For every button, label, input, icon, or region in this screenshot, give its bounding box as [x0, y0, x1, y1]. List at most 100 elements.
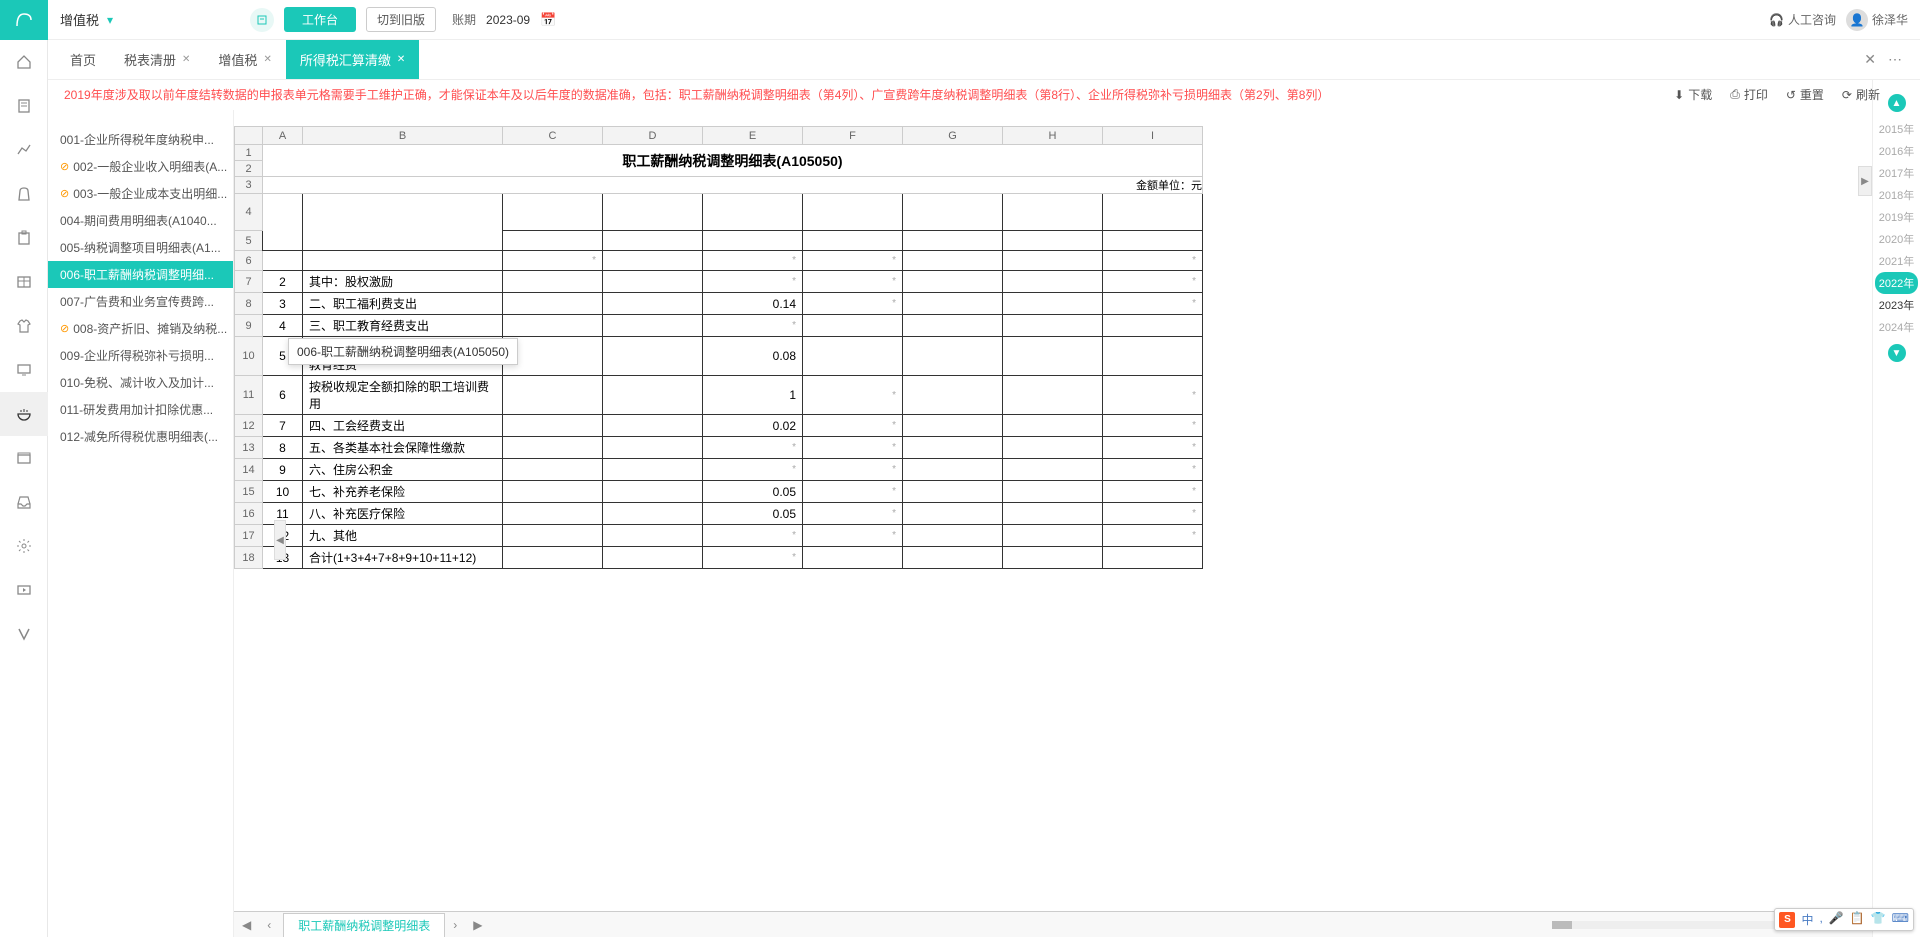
- data-cell[interactable]: [1003, 251, 1103, 271]
- data-cell[interactable]: [1003, 337, 1103, 376]
- data-cell[interactable]: [503, 459, 603, 481]
- data-cell[interactable]: [1003, 271, 1103, 293]
- tab-close-all-icon[interactable]: ✕: [1864, 51, 1876, 68]
- data-cell[interactable]: [603, 459, 703, 481]
- home-icon[interactable]: [0, 40, 48, 84]
- data-cell[interactable]: [1003, 525, 1103, 547]
- row-header[interactable]: 13: [235, 437, 263, 459]
- ime-item[interactable]: 中: [1801, 911, 1813, 928]
- row-header[interactable]: 2: [235, 161, 263, 177]
- data-cell[interactable]: [903, 437, 1003, 459]
- ime-item[interactable]: ⌨: [1892, 911, 1909, 928]
- data-cell[interactable]: 0.05: [703, 481, 803, 503]
- year-item[interactable]: 2020年: [1875, 228, 1918, 250]
- form-list-item[interactable]: 004-期间费用明细表(A1040...: [48, 207, 233, 234]
- data-cell[interactable]: [603, 293, 703, 315]
- tax-type-select[interactable]: 增值税 ▾: [60, 10, 240, 29]
- close-icon[interactable]: ✕: [263, 54, 271, 65]
- data-cell[interactable]: 0.14: [703, 293, 803, 315]
- bag-icon[interactable]: [0, 172, 48, 216]
- form-list-item[interactable]: 010-免税、减计收入及加计...: [48, 369, 233, 396]
- year-item[interactable]: 2016年: [1875, 140, 1918, 162]
- screen-icon[interactable]: [0, 348, 48, 392]
- ime-item[interactable]: 📋: [1850, 911, 1865, 928]
- data-cell[interactable]: [503, 525, 603, 547]
- bowl-icon[interactable]: [0, 392, 48, 436]
- form-list-item[interactable]: 009-企业所得税弥补亏损明...: [48, 342, 233, 369]
- data-cell[interactable]: [903, 547, 1003, 569]
- calendar-icon[interactable]: 📅: [540, 12, 556, 28]
- data-cell[interactable]: [1103, 315, 1203, 337]
- form-list-item[interactable]: ⊘003-一般企业成本支出明细...: [48, 180, 233, 207]
- sheet-nav-next[interactable]: ›: [445, 918, 465, 932]
- data-cell[interactable]: 0.08: [703, 337, 803, 376]
- data-cell[interactable]: [903, 481, 1003, 503]
- data-cell[interactable]: [903, 459, 1003, 481]
- form-list-item[interactable]: ⊘002-一般企业收入明细表(A...: [48, 153, 233, 180]
- data-cell[interactable]: [603, 315, 703, 337]
- col-header[interactable]: E: [703, 127, 803, 145]
- col-header[interactable]: H: [1003, 127, 1103, 145]
- data-cell[interactable]: [903, 251, 1003, 271]
- year-up-button[interactable]: ▲: [1888, 94, 1906, 112]
- data-cell[interactable]: [603, 503, 703, 525]
- data-cell[interactable]: [1103, 547, 1203, 569]
- data-cell[interactable]: [903, 415, 1003, 437]
- form-list-item[interactable]: 006-职工薪酬纳税调整明细...: [48, 261, 233, 288]
- col-header[interactable]: F: [803, 127, 903, 145]
- period-value[interactable]: 2023-09: [486, 13, 530, 27]
- data-cell[interactable]: [503, 376, 603, 415]
- row-header[interactable]: 15: [235, 481, 263, 503]
- row-header[interactable]: 17: [235, 525, 263, 547]
- data-cell[interactable]: [1003, 315, 1103, 337]
- table-icon[interactable]: [0, 260, 48, 304]
- form-list-item[interactable]: 005-纳税调整项目明细表(A1...: [48, 234, 233, 261]
- col-header[interactable]: B: [303, 127, 503, 145]
- col-header[interactable]: C: [503, 127, 603, 145]
- download-button[interactable]: ⬇下载: [1674, 86, 1712, 103]
- row-header[interactable]: 14: [235, 459, 263, 481]
- data-cell[interactable]: [603, 376, 703, 415]
- form-list-item[interactable]: 011-研发费用加计扣除优惠...: [48, 396, 233, 423]
- row-header[interactable]: 11: [235, 376, 263, 415]
- sheet-nav-prev[interactable]: ‹: [259, 918, 279, 932]
- data-cell[interactable]: [903, 293, 1003, 315]
- switch-old-button[interactable]: 切到旧版: [366, 7, 436, 32]
- data-cell[interactable]: [903, 525, 1003, 547]
- data-cell[interactable]: [1003, 437, 1103, 459]
- spreadsheet[interactable]: ABCDEFGHI1职工薪酬纳税调整明细表(A105050)23金额单位：元4行…: [234, 126, 1872, 911]
- form-list-item[interactable]: 012-减免所得税优惠明细表(...: [48, 423, 233, 450]
- shirt-icon[interactable]: [0, 304, 48, 348]
- data-cell[interactable]: [503, 547, 603, 569]
- ime-item[interactable]: 👕: [1871, 911, 1886, 928]
- video-icon[interactable]: [0, 568, 48, 612]
- col-header[interactable]: D: [603, 127, 703, 145]
- row-header[interactable]: 9: [235, 315, 263, 337]
- year-item[interactable]: 2023年: [1875, 294, 1918, 316]
- data-cell[interactable]: [1003, 293, 1103, 315]
- data-cell[interactable]: [603, 525, 703, 547]
- chart-icon[interactable]: [0, 128, 48, 172]
- row-header[interactable]: 7: [235, 271, 263, 293]
- doc-icon[interactable]: [0, 84, 48, 128]
- page-tab[interactable]: 税表清册✕: [110, 40, 204, 79]
- data-cell[interactable]: 0.05: [703, 503, 803, 525]
- form-list-item[interactable]: ⊘008-资产折旧、摊销及纳税...: [48, 315, 233, 342]
- year-item[interactable]: 2015年: [1875, 118, 1918, 140]
- close-icon[interactable]: ✕: [397, 54, 405, 65]
- data-cell[interactable]: [503, 315, 603, 337]
- data-cell[interactable]: [903, 315, 1003, 337]
- page-tab[interactable]: 所得税汇算清缴✕: [286, 40, 419, 79]
- row-header[interactable]: 6: [235, 251, 263, 271]
- row-header[interactable]: 12: [235, 415, 263, 437]
- sheet-tab[interactable]: 职工薪酬纳税调整明细表: [283, 913, 445, 937]
- year-item[interactable]: 2021年: [1875, 250, 1918, 272]
- row-header[interactable]: 1: [235, 145, 263, 161]
- year-item[interactable]: 2024年: [1875, 316, 1918, 338]
- tab-more-icon[interactable]: ⋯: [1888, 51, 1902, 68]
- row-header[interactable]: 10: [235, 337, 263, 376]
- data-cell[interactable]: [503, 271, 603, 293]
- reset-button[interactable]: ↺重置: [1786, 86, 1824, 103]
- row-header[interactable]: 18: [235, 547, 263, 569]
- data-cell[interactable]: [603, 271, 703, 293]
